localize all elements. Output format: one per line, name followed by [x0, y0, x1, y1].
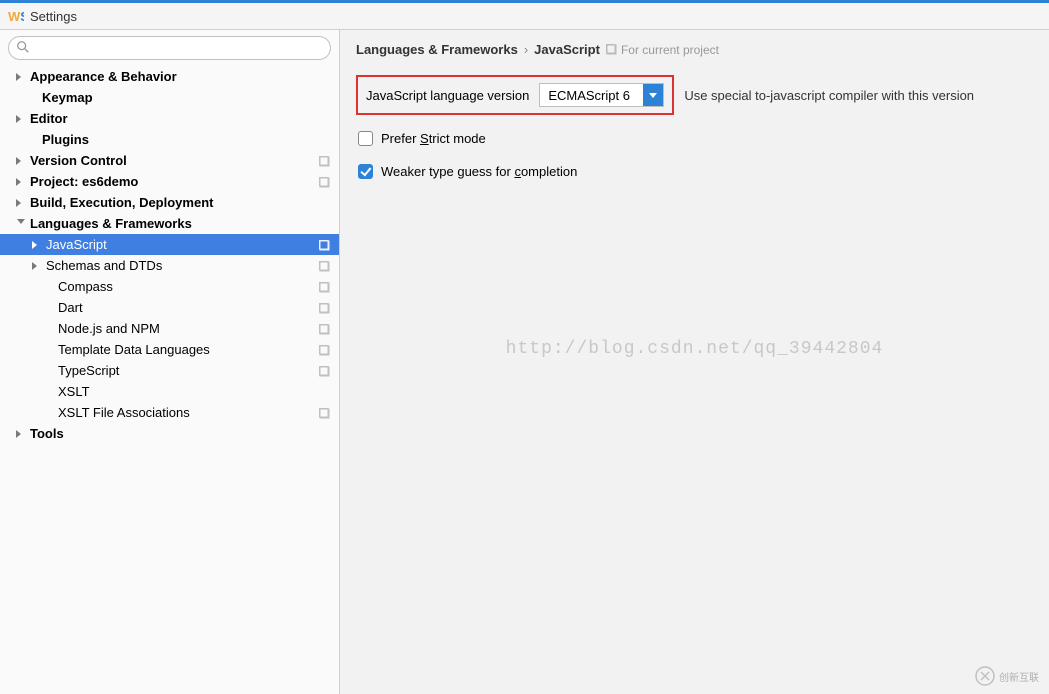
dropdown-arrow-icon	[643, 84, 663, 106]
tree-item-label: Node.js and NPM	[58, 321, 319, 336]
breadcrumb-parent[interactable]: Languages & Frameworks	[356, 42, 518, 57]
project-scope-icon	[319, 407, 331, 419]
scope-icon	[606, 44, 617, 55]
tree-item-label: JavaScript	[46, 237, 319, 252]
tree-item-keymap[interactable]: Keymap	[0, 87, 339, 108]
lang-version-value: ECMAScript 6	[540, 88, 643, 103]
breadcrumb-sep-icon: ›	[524, 42, 528, 57]
tree-item-template-data-languages[interactable]: Template Data Languages	[0, 339, 339, 360]
tree-item-project-es6demo[interactable]: Project: es6demo	[0, 171, 339, 192]
tree-item-schemas-and-dtds[interactable]: Schemas and DTDs	[0, 255, 339, 276]
chevron-right-icon[interactable]	[16, 156, 26, 166]
tree-item-label: Dart	[58, 300, 319, 315]
tree-item-label: Editor	[30, 111, 331, 126]
tree-item-label: Schemas and DTDs	[46, 258, 319, 273]
tree-item-label: Version Control	[30, 153, 319, 168]
chevron-right-icon[interactable]	[32, 240, 42, 250]
tree-item-node-js-and-npm[interactable]: Node.js and NPM	[0, 318, 339, 339]
weaker-type-row[interactable]: Weaker type guess for completion	[358, 164, 1033, 179]
brand-icon	[975, 666, 995, 686]
tree-item-editor[interactable]: Editor	[0, 108, 339, 129]
tree-item-languages-frameworks[interactable]: Languages & Frameworks	[0, 213, 339, 234]
tree-item-version-control[interactable]: Version Control	[0, 150, 339, 171]
tree-item-label: Compass	[58, 279, 319, 294]
search-wrap	[0, 30, 339, 66]
project-scope-icon	[319, 302, 331, 314]
strict-mode-label: Prefer Strict mode	[381, 131, 486, 146]
lang-version-select[interactable]: ECMAScript 6	[539, 83, 664, 107]
breadcrumb: Languages & Frameworks › JavaScript For …	[356, 42, 1033, 57]
tree-item-label: Keymap	[42, 90, 331, 105]
project-scope-icon	[319, 155, 331, 167]
settings-tree: Appearance & Behavior Keymap Editor Plugins…	[0, 66, 339, 694]
tree-item-label: Plugins	[42, 132, 331, 147]
brand-watermark: 创新互联	[975, 666, 1039, 686]
tree-item-compass[interactable]: Compass	[0, 276, 339, 297]
breadcrumb-scope: For current project	[606, 43, 719, 57]
tree-item-javascript[interactable]: JavaScript	[0, 234, 339, 255]
chevron-right-icon[interactable]	[16, 429, 26, 439]
project-scope-icon	[319, 176, 331, 188]
tree-item-label: Project: es6demo	[30, 174, 319, 189]
tree-item-appearance-behavior[interactable]: Appearance & Behavior	[0, 66, 339, 87]
tree-item-build-execution-deployment[interactable]: Build, Execution, Deployment	[0, 192, 339, 213]
tree-item-typescript[interactable]: TypeScript	[0, 360, 339, 381]
chevron-right-icon[interactable]	[16, 198, 26, 208]
chevron-right-icon[interactable]	[32, 261, 42, 271]
tree-item-label: Template Data Languages	[58, 342, 319, 357]
breadcrumb-current: JavaScript	[534, 42, 600, 57]
lang-version-hint: Use special to-javascript compiler with …	[684, 88, 974, 103]
search-input[interactable]	[8, 36, 331, 60]
weaker-type-label: Weaker type guess for completion	[381, 164, 577, 179]
tree-item-label: XSLT File Associations	[58, 405, 319, 420]
search-icon	[16, 40, 30, 54]
settings-main: Languages & Frameworks › JavaScript For …	[340, 30, 1049, 694]
project-scope-icon	[319, 260, 331, 272]
titlebar: WS Settings	[0, 0, 1049, 30]
tree-item-label: TypeScript	[58, 363, 319, 378]
chevron-right-icon[interactable]	[16, 114, 26, 124]
chevron-right-icon[interactable]	[16, 177, 26, 187]
project-scope-icon	[319, 365, 331, 377]
tree-item-xslt[interactable]: XSLT	[0, 381, 339, 402]
project-scope-icon	[319, 344, 331, 356]
tree-item-label: Tools	[30, 426, 331, 441]
weaker-type-checkbox[interactable]	[358, 164, 373, 179]
tree-item-plugins[interactable]: Plugins	[0, 129, 339, 150]
tree-item-xslt-file-associations[interactable]: XSLT File Associations	[0, 402, 339, 423]
svg-text:WS: WS	[8, 9, 24, 24]
tree-item-label: Appearance & Behavior	[30, 69, 331, 84]
window-title: Settings	[30, 9, 77, 24]
chevron-down-icon[interactable]	[16, 219, 26, 229]
project-scope-icon	[319, 281, 331, 293]
strict-mode-checkbox[interactable]	[358, 131, 373, 146]
app-logo-icon: WS	[8, 8, 24, 24]
settings-sidebar: Appearance & Behavior Keymap Editor Plugins…	[0, 30, 340, 694]
tree-item-label: XSLT	[58, 384, 331, 399]
tree-item-tools[interactable]: Tools	[0, 423, 339, 444]
project-scope-icon	[319, 323, 331, 335]
watermark-text: http://blog.csdn.net/qq_39442804	[506, 339, 884, 359]
lang-version-label: JavaScript language version	[366, 88, 529, 103]
project-scope-icon	[319, 239, 331, 251]
chevron-right-icon[interactable]	[16, 72, 26, 82]
lang-version-row: JavaScript language version ECMAScript 6…	[356, 75, 1033, 115]
lang-version-highlight: JavaScript language version ECMAScript 6	[356, 75, 674, 115]
strict-mode-row[interactable]: Prefer Strict mode	[358, 131, 1033, 146]
tree-item-dart[interactable]: Dart	[0, 297, 339, 318]
tree-item-label: Build, Execution, Deployment	[30, 195, 331, 210]
tree-item-label: Languages & Frameworks	[30, 216, 331, 231]
